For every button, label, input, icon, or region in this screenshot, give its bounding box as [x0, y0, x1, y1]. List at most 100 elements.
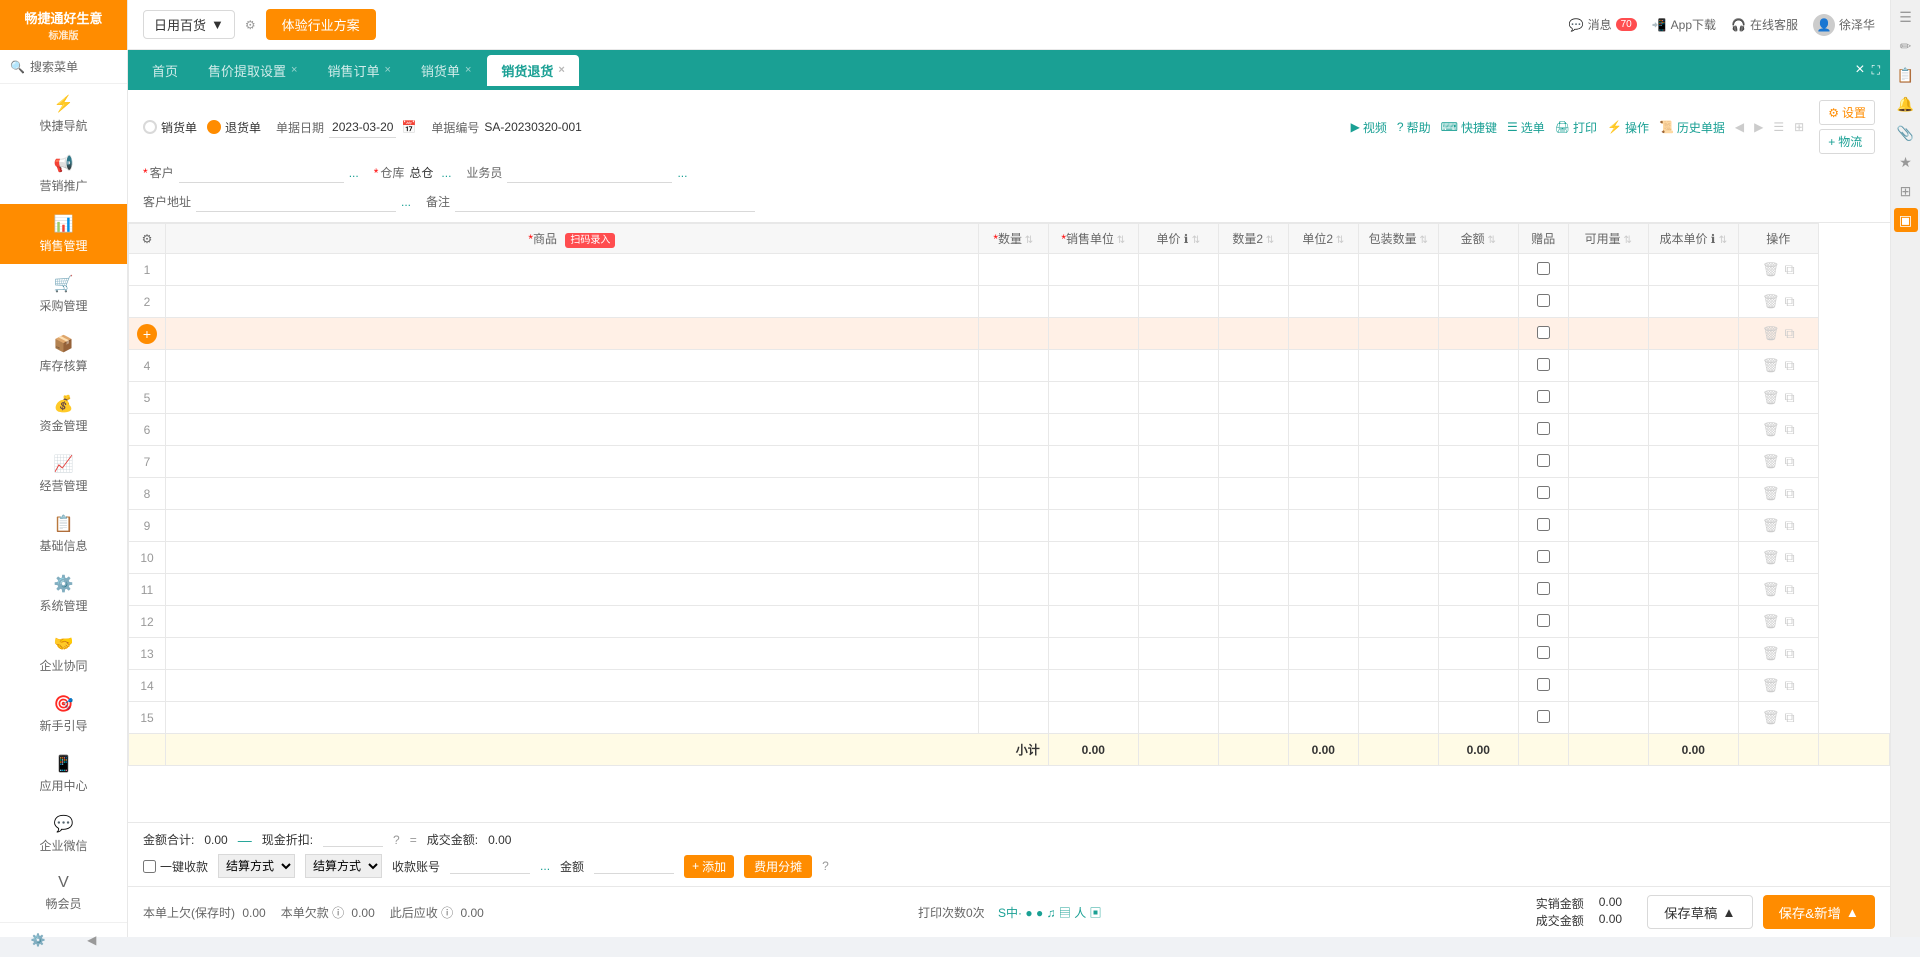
amount-cell[interactable] — [1438, 638, 1518, 670]
quantity2-cell[interactable] — [1218, 638, 1288, 670]
tab-sales-return[interactable]: 销货退货 × — [487, 55, 578, 86]
save-draft-btn[interactable]: 保存草稿 ▲ — [1647, 895, 1753, 929]
delete-icon[interactable]: 🗑 — [1762, 549, 1780, 566]
tab-sales-order[interactable]: 销售订单 × — [313, 55, 404, 86]
sidebar-item-inventory[interactable]: 📦 库存核算 — [0, 324, 127, 384]
sales-unit-cell[interactable] — [1048, 606, 1138, 638]
sales-unit-cell[interactable] — [1048, 382, 1138, 414]
cost-unit-cell[interactable] — [1648, 382, 1738, 414]
nav-prev-icon[interactable]: ◀ — [1735, 120, 1744, 134]
address-input[interactable] — [196, 191, 396, 212]
quantity2-cell[interactable] — [1218, 574, 1288, 606]
quantity-cell[interactable] — [978, 382, 1048, 414]
available-cell[interactable] — [1568, 638, 1648, 670]
quantity2-cell[interactable] — [1218, 414, 1288, 446]
gift-checkbox[interactable] — [1537, 454, 1550, 467]
tab-sales-delivery-close[interactable]: × — [465, 64, 471, 76]
scan-badge[interactable]: 扫码录入 — [565, 233, 615, 248]
cost-unit-cell[interactable] — [1648, 286, 1738, 318]
gift-checkbox[interactable] — [1537, 518, 1550, 531]
available-cell[interactable] — [1568, 478, 1648, 510]
amount-cell[interactable] — [1438, 286, 1518, 318]
pack-qty-cell-active[interactable] — [1358, 318, 1438, 350]
gift-checkbox[interactable] — [1537, 294, 1550, 307]
shortcut-btn[interactable]: ⌨ 快捷键 — [1441, 119, 1497, 136]
delete-icon[interactable]: 🗑 — [1762, 293, 1780, 310]
available-cell[interactable] — [1568, 382, 1648, 414]
account-more-icon[interactable]: ... — [540, 859, 550, 873]
gift-cell[interactable] — [1518, 414, 1568, 446]
pack-qty-cell[interactable] — [1358, 638, 1438, 670]
quantity2-cell[interactable] — [1218, 702, 1288, 734]
delete-icon[interactable]: 🗑 — [1762, 357, 1780, 374]
address-more-icon[interactable]: ... — [401, 195, 411, 209]
unit-price-cell[interactable] — [1138, 638, 1218, 670]
unit2-cell[interactable] — [1288, 478, 1358, 510]
available-cell[interactable] — [1568, 510, 1648, 542]
tab-sales-delivery[interactable]: 销货单 × — [407, 55, 485, 86]
available-cell[interactable] — [1568, 446, 1648, 478]
gift-checkbox[interactable] — [1537, 358, 1550, 371]
pack-qty-cell[interactable] — [1358, 478, 1438, 510]
receivable-circle[interactable]: ⓘ — [441, 906, 453, 920]
delete-icon[interactable]: 🗑 — [1762, 677, 1780, 694]
quantity-cell[interactable] — [978, 606, 1048, 638]
product-cell[interactable] — [166, 670, 979, 702]
unit2-cell[interactable] — [1288, 638, 1358, 670]
unit2-cell-active[interactable] — [1288, 318, 1358, 350]
product-cell[interactable] — [166, 702, 979, 734]
product-cell[interactable] — [166, 382, 979, 414]
product-cell[interactable] — [166, 254, 979, 286]
delete-icon[interactable]: 🗑 — [1762, 421, 1780, 438]
cost-unit-cell[interactable] — [1648, 478, 1738, 510]
sidebar-item-operations[interactable]: 📈 经营管理 — [0, 444, 127, 504]
quantity2-cell[interactable] — [1218, 510, 1288, 542]
unit2-cell[interactable] — [1288, 670, 1358, 702]
sales-unit-cell[interactable] — [1048, 478, 1138, 510]
gift-cell[interactable] — [1518, 702, 1568, 734]
customer-input[interactable] — [179, 162, 344, 183]
delete-icon[interactable]: 🗑 — [1762, 613, 1780, 630]
add-row-btn[interactable]: + — [137, 324, 157, 344]
one-click-checkbox[interactable]: 一键收款 — [143, 858, 208, 875]
delete-icon[interactable]: 🗑 — [1762, 581, 1780, 598]
product-cell[interactable] — [166, 542, 979, 574]
cash-discount-input[interactable] — [323, 832, 383, 847]
sidebar-item-sales[interactable]: 📊 销售管理 — [0, 204, 127, 264]
unit2-cell[interactable] — [1288, 254, 1358, 286]
quantity-cell[interactable] — [978, 286, 1048, 318]
quantity-cell[interactable] — [978, 542, 1048, 574]
quantity2-cell[interactable] — [1218, 254, 1288, 286]
product-cell[interactable] — [166, 510, 979, 542]
pack-qty-cell[interactable] — [1358, 574, 1438, 606]
copy-icon[interactable]: ⧉ — [1785, 677, 1795, 694]
notification-item[interactable]: 💬 消息 70 — [1569, 16, 1637, 33]
quantity-cell[interactable] — [978, 446, 1048, 478]
gift-cell[interactable] — [1518, 542, 1568, 574]
gift-cell[interactable] — [1518, 510, 1568, 542]
gift-checkbox[interactable] — [1537, 550, 1550, 563]
quantity2-cell[interactable] — [1218, 670, 1288, 702]
amount-input[interactable] — [594, 859, 674, 874]
add-btn[interactable]: + 添加 — [684, 855, 734, 878]
sidebar-item-guide[interactable]: 🎯 新手引导 — [0, 684, 127, 744]
amount-cell[interactable] — [1438, 606, 1518, 638]
quantity2-cell[interactable] — [1218, 542, 1288, 574]
sidebar-item-apps[interactable]: 📱 应用中心 — [0, 744, 127, 804]
unit2-cell[interactable] — [1288, 382, 1358, 414]
right-icon-8[interactable]: ▣ — [1894, 208, 1918, 232]
tab-sales-order-close[interactable]: × — [384, 64, 390, 76]
copy-icon[interactable]: ⧉ — [1785, 293, 1795, 310]
sidebar-item-purchase[interactable]: 🛒 采购管理 — [0, 264, 127, 324]
copy-icon[interactable]: ⧉ — [1785, 613, 1795, 630]
amount-cell[interactable] — [1438, 414, 1518, 446]
unit-price-cell[interactable] — [1138, 478, 1218, 510]
col-settings[interactable]: ⚙ — [129, 224, 166, 254]
sales-unit-cell[interactable] — [1048, 286, 1138, 318]
sales-unit-cell[interactable] — [1048, 542, 1138, 574]
right-icon-1[interactable]: ☰ — [1894, 5, 1918, 29]
copy-icon[interactable]: ⧉ — [1785, 421, 1795, 438]
delete-icon[interactable]: 🗑 — [1762, 485, 1780, 502]
sales-unit-cell[interactable] — [1048, 670, 1138, 702]
available-cell[interactable] — [1568, 670, 1648, 702]
